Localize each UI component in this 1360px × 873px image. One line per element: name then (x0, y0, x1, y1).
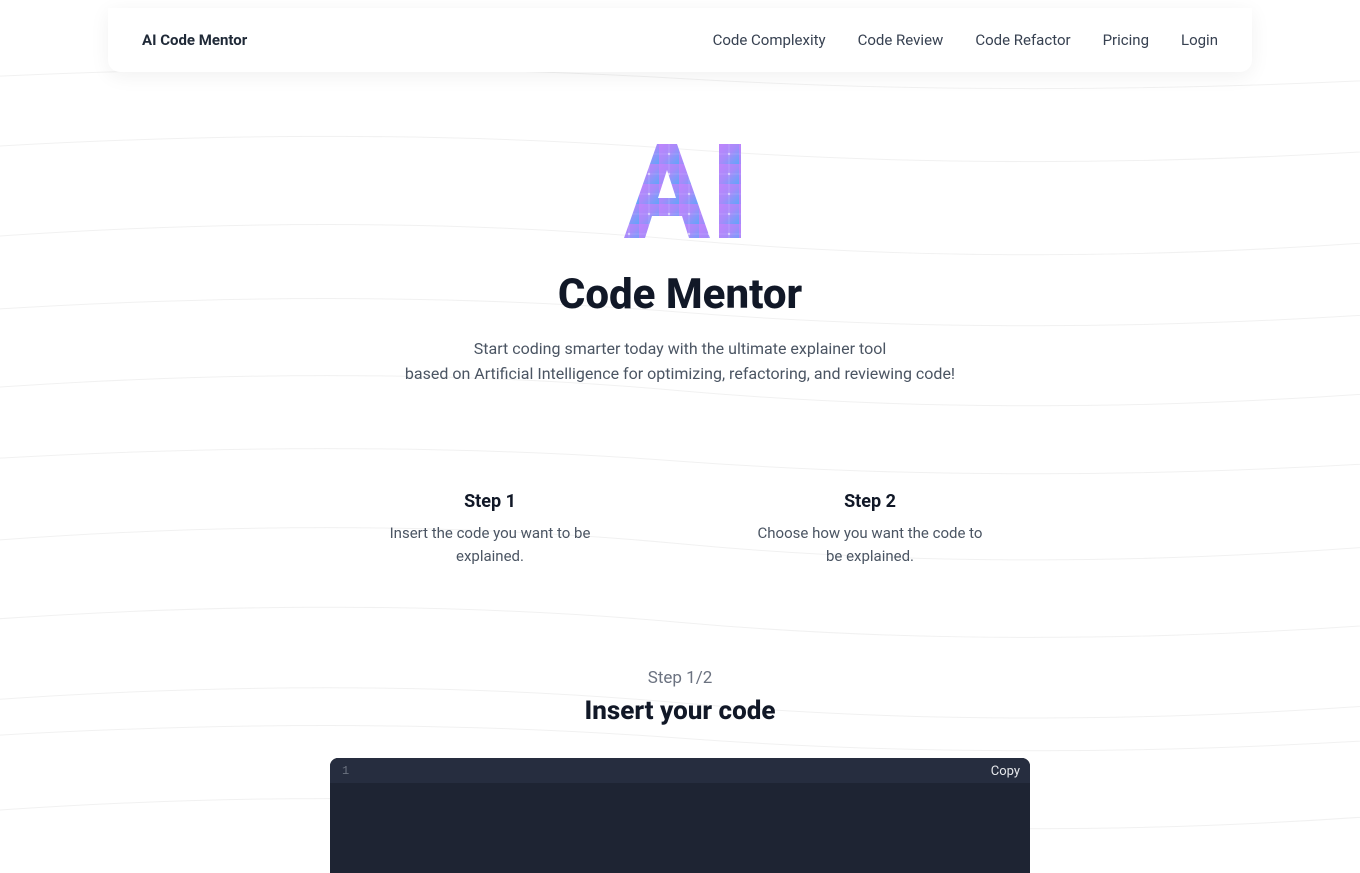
nav-link-code-refactor[interactable]: Code Refactor (975, 31, 1070, 49)
nav-link-code-review[interactable]: Code Review (858, 31, 944, 49)
step-2: Step 2 Choose how you want the code to b… (750, 491, 990, 569)
steps-section: Step 1 Insert the code you want to be ex… (0, 491, 1360, 569)
step-indicator: Step 1/2 (0, 668, 1360, 688)
step-2-title: Step 2 (750, 491, 990, 512)
ai-logo-icon (619, 144, 741, 238)
step-1-desc: Insert the code you want to be explained… (370, 522, 610, 569)
hero-title: Code Mentor (0, 270, 1360, 319)
navbar: AI Code Mentor Code Complexity Code Revi… (108, 8, 1252, 72)
hero-subtitle-line1: Start coding smarter today with the ulti… (474, 339, 886, 358)
hero-subtitle-line2: based on Artificial Intelligence for opt… (405, 364, 955, 383)
code-editor-header: 1 Copy (330, 758, 1030, 783)
nav-link-pricing[interactable]: Pricing (1103, 31, 1149, 49)
brand-title[interactable]: AI Code Mentor (142, 31, 247, 49)
hero-subtitle: Start coding smarter today with the ulti… (0, 337, 1360, 387)
code-input-section: Step 1/2 Insert your code 1 Copy (0, 668, 1360, 873)
copy-button[interactable]: Copy (991, 764, 1020, 779)
code-editor-body[interactable] (330, 783, 1030, 873)
nav-link-code-complexity[interactable]: Code Complexity (713, 31, 826, 49)
line-number: 1 (340, 764, 349, 778)
nav-link-login[interactable]: Login (1181, 31, 1218, 49)
code-editor[interactable]: 1 Copy (330, 758, 1030, 873)
step-1-title: Step 1 (370, 491, 610, 512)
step-2-desc: Choose how you want the code to be expla… (750, 522, 990, 569)
hero-section: Code Mentor Start coding smarter today w… (0, 144, 1360, 387)
code-section-title: Insert your code (0, 696, 1360, 726)
nav-links: Code Complexity Code Review Code Refacto… (713, 31, 1218, 49)
step-1: Step 1 Insert the code you want to be ex… (370, 491, 610, 569)
